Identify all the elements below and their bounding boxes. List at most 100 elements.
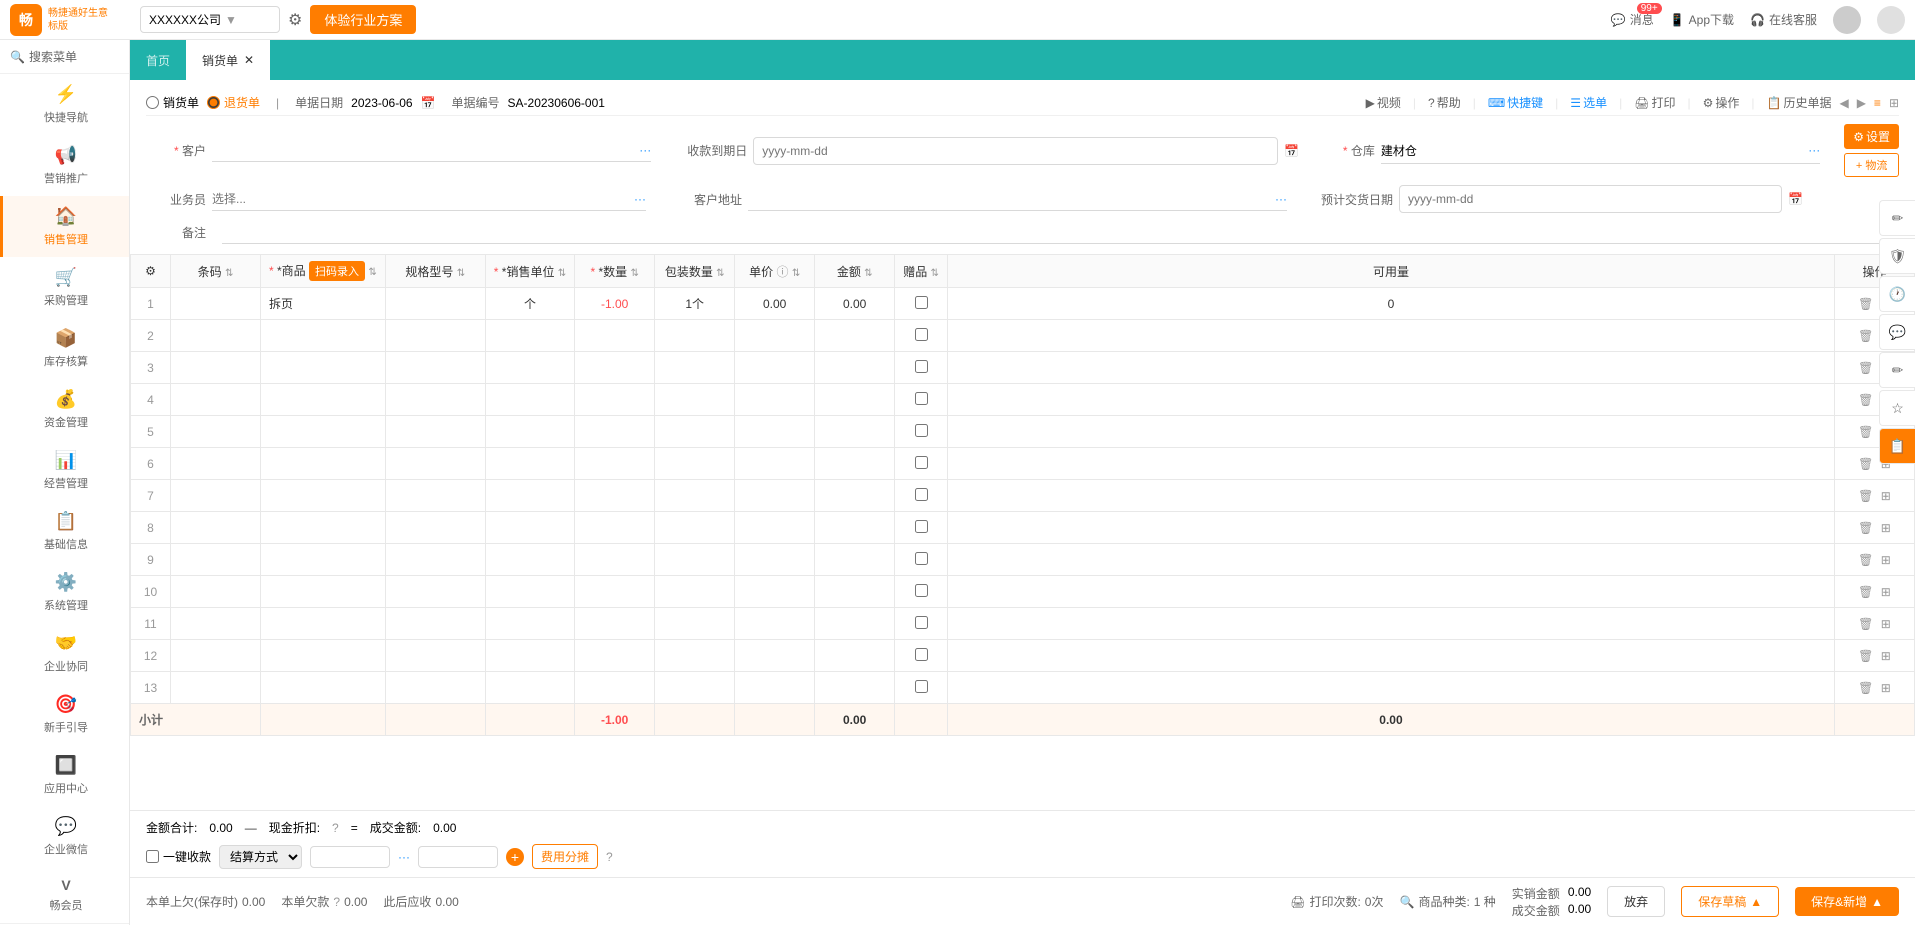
save-draft-button[interactable]: 保存草稿 ▲	[1681, 886, 1779, 917]
sidebar-item-marketing[interactable]: 📢 营销推广	[0, 135, 129, 196]
cell-barcode[interactable]	[171, 512, 261, 544]
cell-barcode[interactable]	[171, 288, 261, 320]
float-btn-shield[interactable]: 🛡	[1879, 238, 1915, 274]
delete-icon[interactable]: 🗑	[1858, 617, 1873, 631]
cell-barcode[interactable]	[171, 416, 261, 448]
sidebar-item-inventory[interactable]: 📦 库存核算	[0, 318, 129, 379]
cell-gift[interactable]	[895, 352, 948, 384]
cell-qty[interactable]	[575, 640, 655, 672]
sort-icon-amount[interactable]: ⇅	[864, 268, 872, 279]
help-due[interactable]: ?	[333, 895, 340, 909]
nav-prev[interactable]: ◀	[1839, 96, 1848, 110]
cell-gift[interactable]	[895, 672, 948, 704]
save-new-dropdown-icon[interactable]: ▲	[1871, 895, 1883, 909]
cell-spec[interactable]	[385, 608, 485, 640]
one-click-pay-input[interactable]	[146, 850, 159, 863]
customer-address-dots[interactable]: ···	[1275, 192, 1287, 206]
cell-gift[interactable]	[895, 480, 948, 512]
trial-button[interactable]: 体验行业方案	[310, 5, 416, 34]
copy-row-icon[interactable]: ⊞	[1881, 585, 1891, 599]
cell-product[interactable]	[261, 448, 386, 480]
sidebar-item-sales[interactable]: 🏠 销售管理	[0, 196, 129, 257]
app-download-btn[interactable]: 📱 App下载	[1670, 11, 1734, 28]
delete-icon[interactable]: 🗑	[1858, 649, 1873, 663]
view-grid-icon[interactable]: ⊞	[1889, 96, 1899, 110]
toolbar-print[interactable]: 🖨 打印	[1634, 94, 1675, 111]
cell-barcode[interactable]	[171, 672, 261, 704]
cell-price[interactable]	[735, 384, 815, 416]
save-new-button[interactable]: 保存&新增 ▲	[1795, 887, 1899, 916]
copy-row-icon[interactable]: ⊞	[1881, 681, 1891, 695]
cell-qty[interactable]	[575, 384, 655, 416]
customer-address-input[interactable]	[748, 192, 1275, 206]
cell-gift[interactable]	[895, 320, 948, 352]
amount-input[interactable]	[418, 846, 498, 868]
cell-spec[interactable]	[385, 512, 485, 544]
copy-row-icon[interactable]: ⊞	[1881, 553, 1891, 567]
cell-product[interactable]	[261, 512, 386, 544]
cell-gift[interactable]	[895, 448, 948, 480]
sidebar-item-vip[interactable]: V 畅会员	[0, 867, 129, 923]
delete-icon[interactable]: 🗑	[1858, 329, 1873, 343]
help-icon[interactable]: ?	[332, 821, 339, 835]
toolbar-help[interactable]: ? 帮助	[1428, 94, 1461, 111]
cell-gift[interactable]	[895, 416, 948, 448]
float-btn-edit[interactable]: ✏	[1879, 200, 1915, 236]
logistics-button[interactable]: + 物流	[1844, 153, 1899, 177]
sidebar-item-wechat[interactable]: 💬 企业微信	[0, 806, 129, 867]
sidebar-item-guide[interactable]: 🎯 新手引导	[0, 684, 129, 745]
sort-icon-pkgqty[interactable]: ⇅	[716, 268, 724, 279]
sidebar-item-quick-nav[interactable]: ⚡ 快捷导航	[0, 74, 129, 135]
toolbar-select[interactable]: ☰ 选单	[1570, 94, 1607, 111]
sidebar-item-system[interactable]: ⚙️ 系统管理	[0, 562, 129, 623]
cell-price[interactable]	[735, 672, 815, 704]
sort-icon-price[interactable]: ⇅	[792, 268, 800, 279]
settings-icon[interactable]: ⚙	[288, 10, 302, 30]
cell-barcode[interactable]	[171, 576, 261, 608]
float-btn-history[interactable]: 🕐	[1879, 276, 1915, 312]
float-btn-orange[interactable]: 📋	[1879, 428, 1915, 464]
cell-spec[interactable]	[385, 416, 485, 448]
cell-gift[interactable]	[895, 288, 948, 320]
delete-icon[interactable]: 🗑	[1858, 361, 1873, 375]
cell-price[interactable]	[735, 544, 815, 576]
sidebar-item-app-center[interactable]: 🔲 应用中心	[0, 745, 129, 806]
expected-delivery-calendar-icon[interactable]: 📅	[1788, 192, 1803, 206]
payment-due-input[interactable]	[753, 137, 1278, 165]
tab-home[interactable]: 首页	[130, 40, 186, 80]
customer-input[interactable]	[212, 143, 639, 157]
copy-row-icon[interactable]: ⊞	[1881, 649, 1891, 663]
cell-spec[interactable]	[385, 448, 485, 480]
expense-btn[interactable]: 费用分摊	[532, 844, 598, 869]
cell-qty[interactable]	[575, 672, 655, 704]
cell-product[interactable]	[261, 352, 386, 384]
cell-gift[interactable]	[895, 608, 948, 640]
cell-qty[interactable]	[575, 576, 655, 608]
settings-col-icon[interactable]: ⚙	[145, 264, 156, 278]
cell-product[interactable]	[261, 544, 386, 576]
cell-barcode[interactable]	[171, 320, 261, 352]
sort-icon-spec[interactable]: ⇅	[457, 268, 465, 279]
sidebar-item-operations[interactable]: 📊 经营管理	[0, 440, 129, 501]
sidebar-item-purchase[interactable]: 🛒 采购管理	[0, 257, 129, 318]
radio-sales-order[interactable]: 销货单	[146, 94, 199, 111]
delete-icon[interactable]: 🗑	[1858, 681, 1873, 695]
warehouse-dots[interactable]: ···	[1808, 143, 1820, 157]
payment-due-calendar-icon[interactable]: 📅	[1284, 144, 1299, 158]
cell-spec[interactable]	[385, 544, 485, 576]
expected-delivery-input[interactable]	[1399, 185, 1782, 213]
cell-qty[interactable]	[575, 320, 655, 352]
save-draft-dropdown-icon[interactable]: ▲	[1750, 895, 1762, 909]
cell-qty[interactable]	[575, 480, 655, 512]
cell-gift[interactable]	[895, 384, 948, 416]
cell-barcode[interactable]	[171, 640, 261, 672]
sort-icon-product[interactable]: ⇅	[368, 267, 376, 278]
cell-spec[interactable]	[385, 640, 485, 672]
expense-help-icon[interactable]: ?	[606, 850, 613, 864]
cell-gift[interactable]	[895, 544, 948, 576]
cell-qty[interactable]	[575, 544, 655, 576]
sidebar-item-finance[interactable]: 💰 资金管理	[0, 379, 129, 440]
add-payment-btn[interactable]: +	[506, 848, 524, 866]
cell-spec[interactable]	[385, 320, 485, 352]
cell-price[interactable]: 0.00	[735, 288, 815, 320]
